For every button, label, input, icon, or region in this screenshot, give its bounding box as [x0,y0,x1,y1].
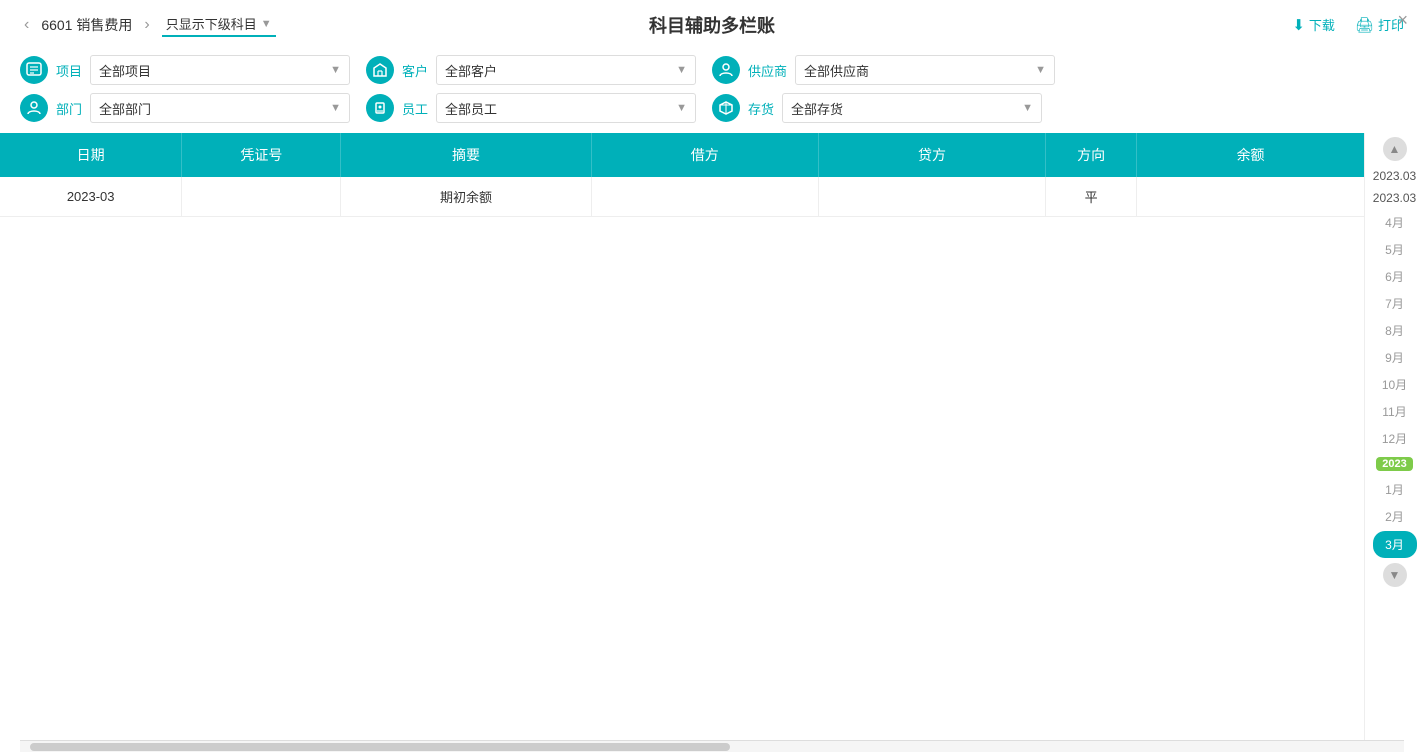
department-label: 部门 [56,99,82,118]
col-header-summary: 摘要 [341,133,591,177]
customer-value: 全部客户 [445,61,497,80]
customer-select[interactable]: 全部客户 ▼ [436,55,696,85]
table-container: 日期 凭证号 摘要 借方 贷方 方向 余额 2023-03 期初余额 [0,133,1424,740]
employee-label: 员工 [402,99,428,118]
timeline-month-11[interactable]: 11月 [1365,398,1424,425]
show-sub-button[interactable]: 只显示下级科目 ▼ [162,12,276,37]
horizontal-scrollbar[interactable] [20,740,1404,752]
col-header-voucher: 凭证号 [182,133,341,177]
employee-chevron: ▼ [676,102,687,114]
year-badge[interactable]: 2023 [1376,457,1412,471]
filter-item-customer: 客户 全部客户 ▼ [366,55,696,85]
inventory-icon [712,94,740,122]
scrollbar-thumb[interactable] [30,743,730,751]
print-icon: 🖨 [1355,16,1374,34]
customer-icon [366,56,394,84]
department-chevron: ▼ [330,102,341,114]
next-account-button[interactable]: › [140,14,153,36]
supplier-select[interactable]: 全部供应商 ▼ [795,55,1055,85]
filter-item-employee: 员工 全部员工 ▼ [366,93,696,123]
title-left: ‹ 6601 销售费用 › 只显示下级科目 ▼ [20,12,276,37]
side-timeline: ▲ 2023.03 2023.03 4月 5月 6月 7月 8月 9月 10月 … [1364,133,1424,740]
inventory-label: 存货 [748,99,774,118]
page-title: 科目辅助多栏账 [649,12,775,38]
timeline-month-9[interactable]: 9月 [1365,344,1424,371]
filter-item-supplier: 供应商 全部供应商 ▼ [712,55,1055,85]
main-table: 日期 凭证号 摘要 借方 贷方 方向 余额 2023-03 期初余额 [0,133,1364,740]
filter-item-project: 项目 全部项目 ▼ [20,55,350,85]
filter-row-1: 项目 全部项目 ▼ 客户 全部客户 [20,55,1404,85]
timeline-month-6[interactable]: 6月 [1365,263,1424,290]
timeline-month-1[interactable]: 1月 [1365,476,1424,503]
project-value: 全部项目 [99,61,151,80]
supplier-value: 全部供应商 [804,61,869,80]
timeline-month-10[interactable]: 10月 [1365,371,1424,398]
show-sub-chevron: ▼ [261,18,272,30]
table-header-row: 日期 凭证号 摘要 借方 贷方 方向 余额 [0,133,1364,177]
download-label: 下载 [1309,15,1335,34]
title-right: ⬇ 下载 🖨 打印 [1292,15,1404,34]
inventory-value: 全部存货 [791,99,843,118]
filter-row-2: 部门 全部部门 ▼ 员工 全部员工 ▼ [20,93,1404,123]
project-icon [20,56,48,84]
timeline-month-8[interactable]: 8月 [1365,317,1424,344]
department-value: 全部部门 [99,99,151,118]
main-window: × ‹ 6601 销售费用 › 只显示下级科目 ▼ 科目辅助多栏账 ⬇ 下载 🖨… [0,0,1424,752]
cell-credit [818,177,1045,217]
cell-balance [1137,177,1364,217]
timeline-header-2[interactable]: 2023.03 [1365,187,1424,209]
supplier-label: 供应商 [748,61,787,80]
timeline-header-1[interactable]: 2023.03 [1365,165,1424,187]
department-icon [20,94,48,122]
filter-item-department: 部门 全部部门 ▼ [20,93,350,123]
department-select[interactable]: 全部部门 ▼ [90,93,350,123]
inventory-select[interactable]: 全部存货 ▼ [782,93,1042,123]
timeline-month-3-active[interactable]: 3月 [1373,531,1417,558]
show-sub-label: 只显示下级科目 [166,14,257,33]
employee-value: 全部员工 [445,99,497,118]
col-header-balance: 余额 [1137,133,1364,177]
col-header-direction: 方向 [1046,133,1137,177]
cell-direction: 平 [1046,177,1137,217]
download-icon: ⬇ [1292,16,1305,34]
account-code: 6601 销售费用 [41,15,132,35]
project-chevron: ▼ [330,64,341,76]
filter-item-inventory: 存货 全部存货 ▼ [712,93,1042,123]
timeline-month-2[interactable]: 2月 [1365,503,1424,530]
timeline-down-button[interactable]: ▼ [1383,563,1407,587]
timeline-up-button[interactable]: ▲ [1383,137,1407,161]
supplier-chevron: ▼ [1035,64,1046,76]
timeline-month-12[interactable]: 12月 [1365,425,1424,452]
download-button[interactable]: ⬇ 下载 [1292,15,1335,34]
prev-account-button[interactable]: ‹ [20,14,33,36]
inventory-chevron: ▼ [1022,102,1033,114]
cell-voucher [182,177,341,217]
table-row: 2023-03 期初余额 平 [0,177,1364,217]
ledger-table: 日期 凭证号 摘要 借方 贷方 方向 余额 2023-03 期初余额 [0,133,1364,217]
col-header-debit: 借方 [591,133,818,177]
timeline-month-7[interactable]: 7月 [1365,290,1424,317]
title-bar: ‹ 6601 销售费用 › 只显示下级科目 ▼ 科目辅助多栏账 ⬇ 下载 🖨 打… [0,0,1424,45]
close-button[interactable]: × [1397,10,1408,31]
project-select[interactable]: 全部项目 ▼ [90,55,350,85]
cell-summary: 期初余额 [341,177,591,217]
col-header-credit: 贷方 [818,133,1045,177]
cell-date: 2023-03 [0,177,182,217]
customer-chevron: ▼ [676,64,687,76]
cell-debit [591,177,818,217]
timeline-month-5[interactable]: 5月 [1365,236,1424,263]
timeline-month-4[interactable]: 4月 [1365,209,1424,236]
col-header-date: 日期 [0,133,182,177]
filter-area: 项目 全部项目 ▼ 客户 全部客户 [0,45,1424,133]
supplier-icon [712,56,740,84]
customer-label: 客户 [402,61,428,80]
project-label: 项目 [56,61,82,80]
employee-select[interactable]: 全部员工 ▼ [436,93,696,123]
employee-icon [366,94,394,122]
